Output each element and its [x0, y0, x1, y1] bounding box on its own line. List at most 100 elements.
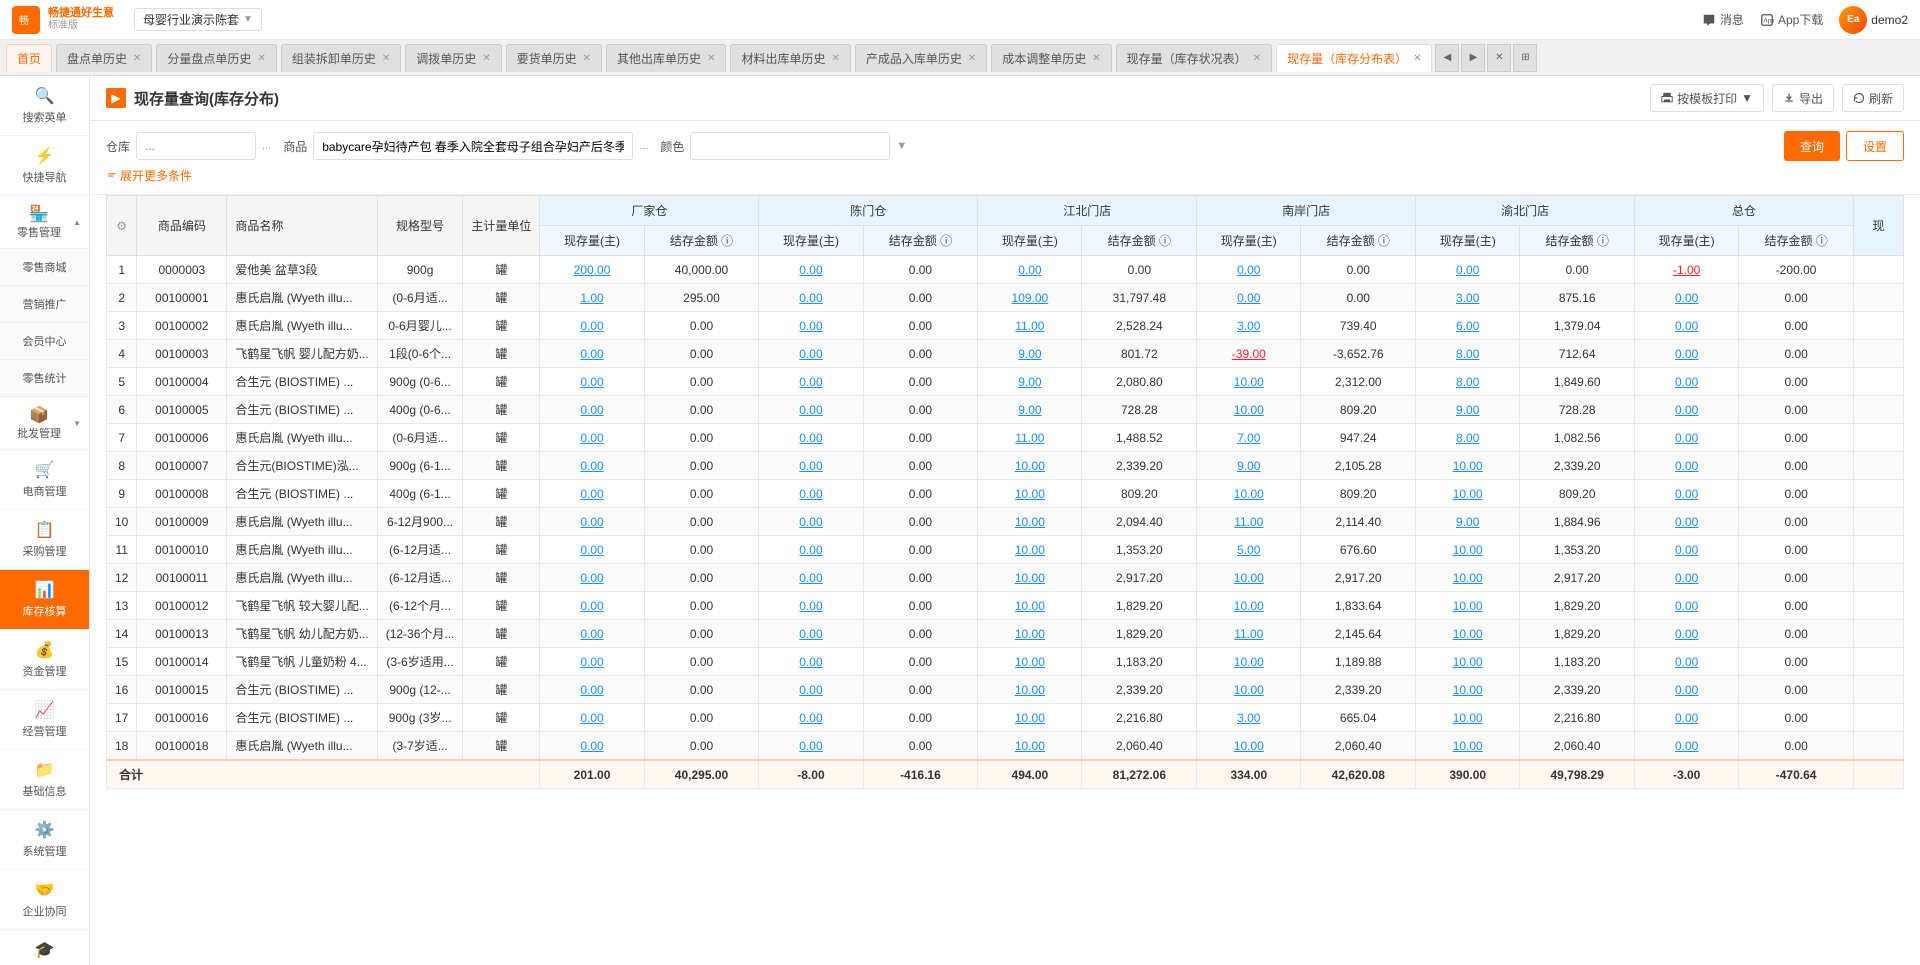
sidebar-item-retail-mgmt[interactable]: 🏪 零售管理 ▲	[0, 196, 89, 249]
sidebar-item-retail-store[interactable]: 零售商城	[0, 249, 89, 286]
cell-total-qty[interactable]: 0.00	[1635, 508, 1739, 536]
cell-factory-qty[interactable]: 0.00	[540, 592, 644, 620]
cell-total-qty[interactable]: 0.00	[1635, 284, 1739, 312]
tab-stock-dist[interactable]: 现存量（库存分布表） ✕	[1276, 44, 1432, 72]
cell-total-qty[interactable]: 0.00	[1635, 732, 1739, 761]
cell-jiangbei-qty[interactable]: 9.00	[978, 340, 1082, 368]
cell-jiangbei-qty[interactable]: 10.00	[978, 704, 1082, 732]
cell-jiangbei-qty[interactable]: 0.00	[978, 256, 1082, 284]
cell-yubei-qty[interactable]: 8.00	[1416, 340, 1520, 368]
close-tab-material-out[interactable]: ✕	[831, 53, 839, 64]
cell-jiangbei-qty[interactable]: 9.00	[978, 396, 1082, 424]
cell-nanan-qty[interactable]: 5.00	[1197, 536, 1301, 564]
cell-total-qty[interactable]: 0.00	[1635, 452, 1739, 480]
cell-total-qty[interactable]: 0.00	[1635, 536, 1739, 564]
cell-nanan-qty[interactable]: -39.00	[1197, 340, 1301, 368]
cell-total-qty[interactable]: 0.00	[1635, 704, 1739, 732]
cell-nanan-qty[interactable]: 10.00	[1197, 676, 1301, 704]
color-dropdown-btn[interactable]: ▼	[896, 140, 907, 152]
cell-total-qty[interactable]: 0.00	[1635, 368, 1739, 396]
set-btn[interactable]: 设置	[1846, 131, 1904, 161]
cell-nanan-qty[interactable]: 3.00	[1197, 312, 1301, 340]
tab-home[interactable]: 首页	[6, 44, 52, 72]
cell-factory-qty[interactable]: 0.00	[540, 564, 644, 592]
cell-total-qty[interactable]: 0.00	[1635, 564, 1739, 592]
tab-inventory-count[interactable]: 盘点单历史 ✕	[56, 44, 152, 72]
cell-chenmen-qty[interactable]: 0.00	[759, 564, 863, 592]
cell-yubei-qty[interactable]: 10.00	[1416, 620, 1520, 648]
cell-chenmen-qty[interactable]: 0.00	[759, 480, 863, 508]
cell-jiangbei-qty[interactable]: 10.00	[978, 508, 1082, 536]
cell-jiangbei-qty[interactable]: 10.00	[978, 620, 1082, 648]
product-input[interactable]	[313, 132, 633, 160]
cell-nanan-qty[interactable]: 11.00	[1197, 508, 1301, 536]
cell-factory-qty[interactable]: 0.00	[540, 676, 644, 704]
cell-jiangbei-qty[interactable]: 9.00	[978, 368, 1082, 396]
cell-nanan-qty[interactable]: 10.00	[1197, 648, 1301, 676]
tab-other-out[interactable]: 其他出库单历史 ✕	[606, 44, 726, 72]
cell-jiangbei-qty[interactable]: 109.00	[978, 284, 1082, 312]
cell-yubei-qty[interactable]: 10.00	[1416, 592, 1520, 620]
cell-factory-qty[interactable]: 0.00	[540, 536, 644, 564]
message-btn[interactable]: 消息	[1702, 11, 1744, 28]
cell-total-qty[interactable]: -1.00	[1635, 256, 1739, 284]
tab-expand-btn[interactable]: ⊞	[1513, 44, 1537, 72]
cell-total-qty[interactable]: 0.00	[1635, 676, 1739, 704]
cell-factory-qty[interactable]: 0.00	[540, 312, 644, 340]
cell-factory-qty[interactable]: 200.00	[540, 256, 644, 284]
sidebar-item-ops[interactable]: 📈 经营管理	[0, 690, 89, 750]
cell-yubei-qty[interactable]: 10.00	[1416, 536, 1520, 564]
cell-chenmen-qty[interactable]: 0.00	[759, 256, 863, 284]
export-btn[interactable]: 导出	[1772, 84, 1834, 112]
cell-jiangbei-qty[interactable]: 10.00	[978, 676, 1082, 704]
cell-factory-qty[interactable]: 0.00	[540, 620, 644, 648]
cell-total-qty[interactable]: 0.00	[1635, 312, 1739, 340]
cell-yubei-qty[interactable]: 10.00	[1416, 676, 1520, 704]
cell-nanan-qty[interactable]: 10.00	[1197, 368, 1301, 396]
cell-chenmen-qty[interactable]: 0.00	[759, 452, 863, 480]
sidebar-item-asset[interactable]: 💰 资金管理	[0, 630, 89, 690]
cell-yubei-qty[interactable]: 3.00	[1416, 284, 1520, 312]
cell-jiangbei-qty[interactable]: 10.00	[978, 536, 1082, 564]
close-tab-stock-status[interactable]: ✕	[1253, 53, 1261, 64]
close-tab-transfer[interactable]: ✕	[482, 53, 490, 64]
expand-conditions-btn[interactable]: 展开更多条件	[106, 167, 1904, 184]
cell-total-qty[interactable]: 0.00	[1635, 480, 1739, 508]
cell-chenmen-qty[interactable]: 0.00	[759, 592, 863, 620]
user-avatar[interactable]: Ea demo2	[1839, 6, 1908, 34]
tab-requisition[interactable]: 要货单历史 ✕	[506, 44, 602, 72]
tab-dist-count[interactable]: 分量盘点单历史 ✕	[156, 44, 276, 72]
tab-cost-adjust[interactable]: 成本调整单历史 ✕	[991, 44, 1111, 72]
sidebar-item-inventory[interactable]: 📊 库存核算	[0, 570, 89, 630]
cell-nanan-qty[interactable]: 10.00	[1197, 480, 1301, 508]
table-area[interactable]: ⚙ 商品编码 商品名称 规格型号 主计量单位 厂家仓 陈门仓 江北门店 南岸门店…	[90, 195, 1920, 965]
settings-icon[interactable]: ⚙	[116, 219, 127, 233]
sidebar-item-newguide[interactable]: 🎓 新手引导	[0, 930, 89, 965]
cell-nanan-qty[interactable]: 7.00	[1197, 424, 1301, 452]
industry-selector[interactable]: 母婴行业演示陈套 ▼	[134, 8, 262, 31]
tab-material-out[interactable]: 材料出库单历史 ✕	[730, 44, 850, 72]
cell-nanan-qty[interactable]: 9.00	[1197, 452, 1301, 480]
cell-jiangbei-qty[interactable]: 10.00	[978, 564, 1082, 592]
cell-chenmen-qty[interactable]: 0.00	[759, 340, 863, 368]
cell-chenmen-qty[interactable]: 0.00	[759, 648, 863, 676]
cell-factory-qty[interactable]: 0.00	[540, 452, 644, 480]
cell-total-qty[interactable]: 0.00	[1635, 620, 1739, 648]
cell-total-qty[interactable]: 0.00	[1635, 396, 1739, 424]
sidebar-item-baseinfo[interactable]: 📁 基础信息	[0, 750, 89, 810]
cell-chenmen-qty[interactable]: 0.00	[759, 284, 863, 312]
cell-yubei-qty[interactable]: 8.00	[1416, 368, 1520, 396]
cell-jiangbei-qty[interactable]: 10.00	[978, 648, 1082, 676]
cell-nanan-qty[interactable]: 10.00	[1197, 732, 1301, 761]
cell-chenmen-qty[interactable]: 0.00	[759, 312, 863, 340]
product-more-btn[interactable]: ...	[639, 140, 648, 152]
warehouse-more-btn[interactable]: ...	[262, 140, 271, 152]
cell-factory-qty[interactable]: 0.00	[540, 480, 644, 508]
tab-assemble[interactable]: 组装拆卸单历史 ✕	[281, 44, 401, 72]
cell-yubei-qty[interactable]: 6.00	[1416, 312, 1520, 340]
cell-nanan-qty[interactable]: 0.00	[1197, 284, 1301, 312]
cell-yubei-qty[interactable]: 10.00	[1416, 564, 1520, 592]
cell-jiangbei-qty[interactable]: 10.00	[978, 480, 1082, 508]
cell-nanan-qty[interactable]: 10.00	[1197, 592, 1301, 620]
cell-total-qty[interactable]: 0.00	[1635, 340, 1739, 368]
